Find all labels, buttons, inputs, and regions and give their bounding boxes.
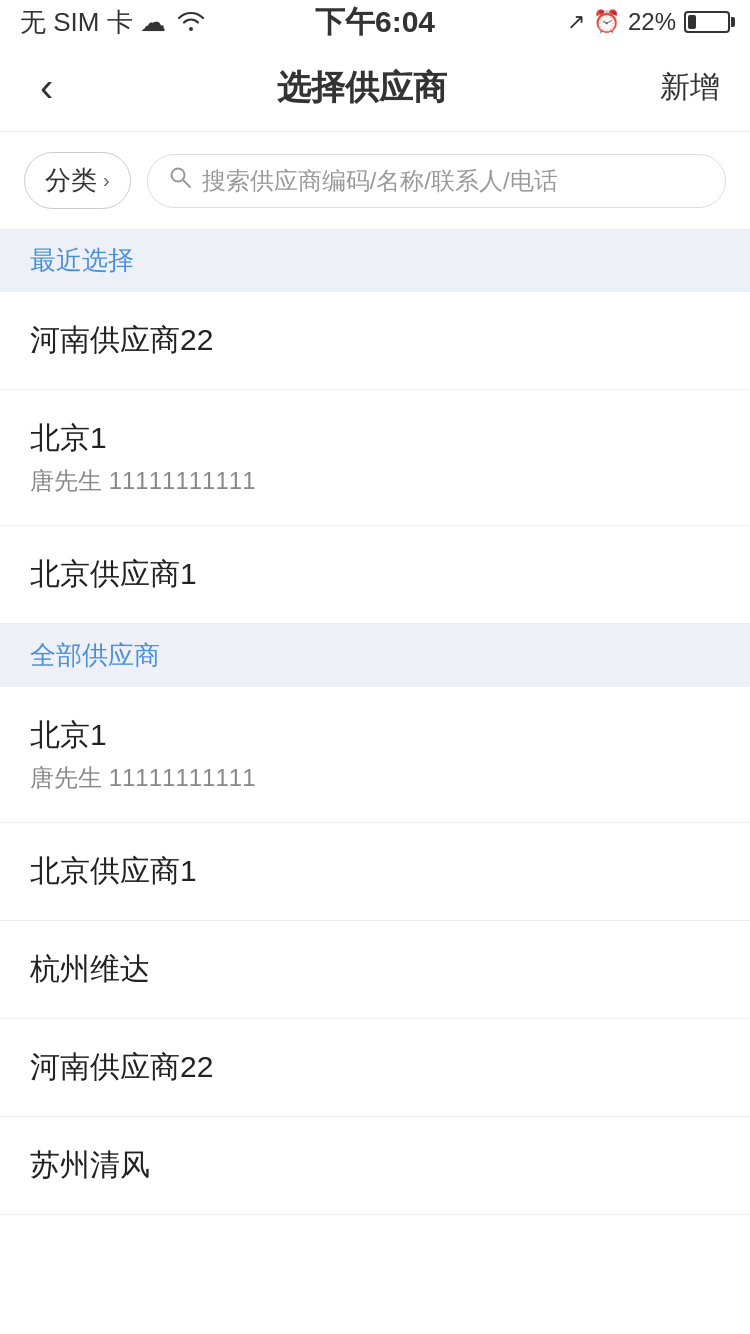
filter-bar: 分类 › 搜索供应商编码/名称/联系人/电话 xyxy=(0,132,750,229)
recent-section-label: 最近选择 xyxy=(30,245,134,275)
search-icon xyxy=(168,165,192,196)
item-name: 北京1 xyxy=(30,418,720,459)
item-sub: 唐先生 11111111111 xyxy=(30,465,720,497)
search-box[interactable]: 搜索供应商编码/名称/联系人/电话 xyxy=(147,154,726,208)
list-item[interactable]: 北京供应商1 xyxy=(0,823,750,921)
category-label: 分类 xyxy=(45,163,97,198)
recent-section-header: 最近选择 xyxy=(0,229,750,292)
location-icon: ↗ xyxy=(567,9,585,35)
nav-bar: ‹ 选择供应商 新增 xyxy=(0,44,750,132)
item-name: 北京1 xyxy=(30,715,720,756)
item-name: 北京供应商1 xyxy=(30,554,720,595)
item-name: 河南供应商22 xyxy=(30,320,720,361)
back-button[interactable]: ‹ xyxy=(30,55,63,120)
status-bar: 无 SIM 卡 ☁ 下午6:04 ↗ ⏰ 22% xyxy=(0,0,750,44)
item-name: 杭州维达 xyxy=(30,949,720,990)
list-item[interactable]: 北京1 唐先生 11111111111 xyxy=(0,390,750,526)
all-section-header: 全部供应商 xyxy=(0,624,750,687)
list-item[interactable]: 河南供应商22 xyxy=(0,1019,750,1117)
svg-point-0 xyxy=(171,169,184,182)
list-item[interactable]: 北京1 唐先生 11111111111 xyxy=(0,687,750,823)
search-placeholder: 搜索供应商编码/名称/联系人/电话 xyxy=(202,165,558,197)
all-list: 北京1 唐先生 11111111111 北京供应商1 杭州维达河南供应商22 苏州清风 xyxy=(0,687,750,1215)
item-sub: 唐先生 11111111111 xyxy=(30,762,720,794)
list-item[interactable]: 北京供应商1 xyxy=(0,526,750,624)
all-section-label: 全部供应商 xyxy=(30,640,160,670)
item-name: 苏州清风 xyxy=(30,1145,720,1186)
status-right: ↗ ⏰ 22% xyxy=(567,8,730,36)
svg-line-1 xyxy=(183,181,190,188)
list-item[interactable]: 苏州清风 xyxy=(0,1117,750,1215)
item-name: 河南供应商22 xyxy=(30,1047,720,1088)
status-time: 下午6:04 xyxy=(315,2,435,43)
page-title: 选择供应商 xyxy=(277,65,447,111)
wifi-icon xyxy=(176,7,206,38)
battery-icon xyxy=(684,11,730,33)
alarm-icon: ⏰ xyxy=(593,9,620,35)
item-name: 北京供应商1 xyxy=(30,851,720,892)
status-left: 无 SIM 卡 ☁ xyxy=(20,5,206,40)
list-item[interactable]: 河南供应商22 xyxy=(0,292,750,390)
chevron-right-icon: › xyxy=(103,169,110,192)
list-item[interactable]: 杭州维达 xyxy=(0,921,750,1019)
recent-list: 河南供应商22 北京1 唐先生 11111111111 北京供应商1 xyxy=(0,292,750,624)
add-button[interactable]: 新增 xyxy=(660,67,720,108)
no-sim-label: 无 SIM 卡 ☁ xyxy=(20,5,166,40)
battery-percent: 22% xyxy=(628,8,676,36)
category-button[interactable]: 分类 › xyxy=(24,152,131,209)
